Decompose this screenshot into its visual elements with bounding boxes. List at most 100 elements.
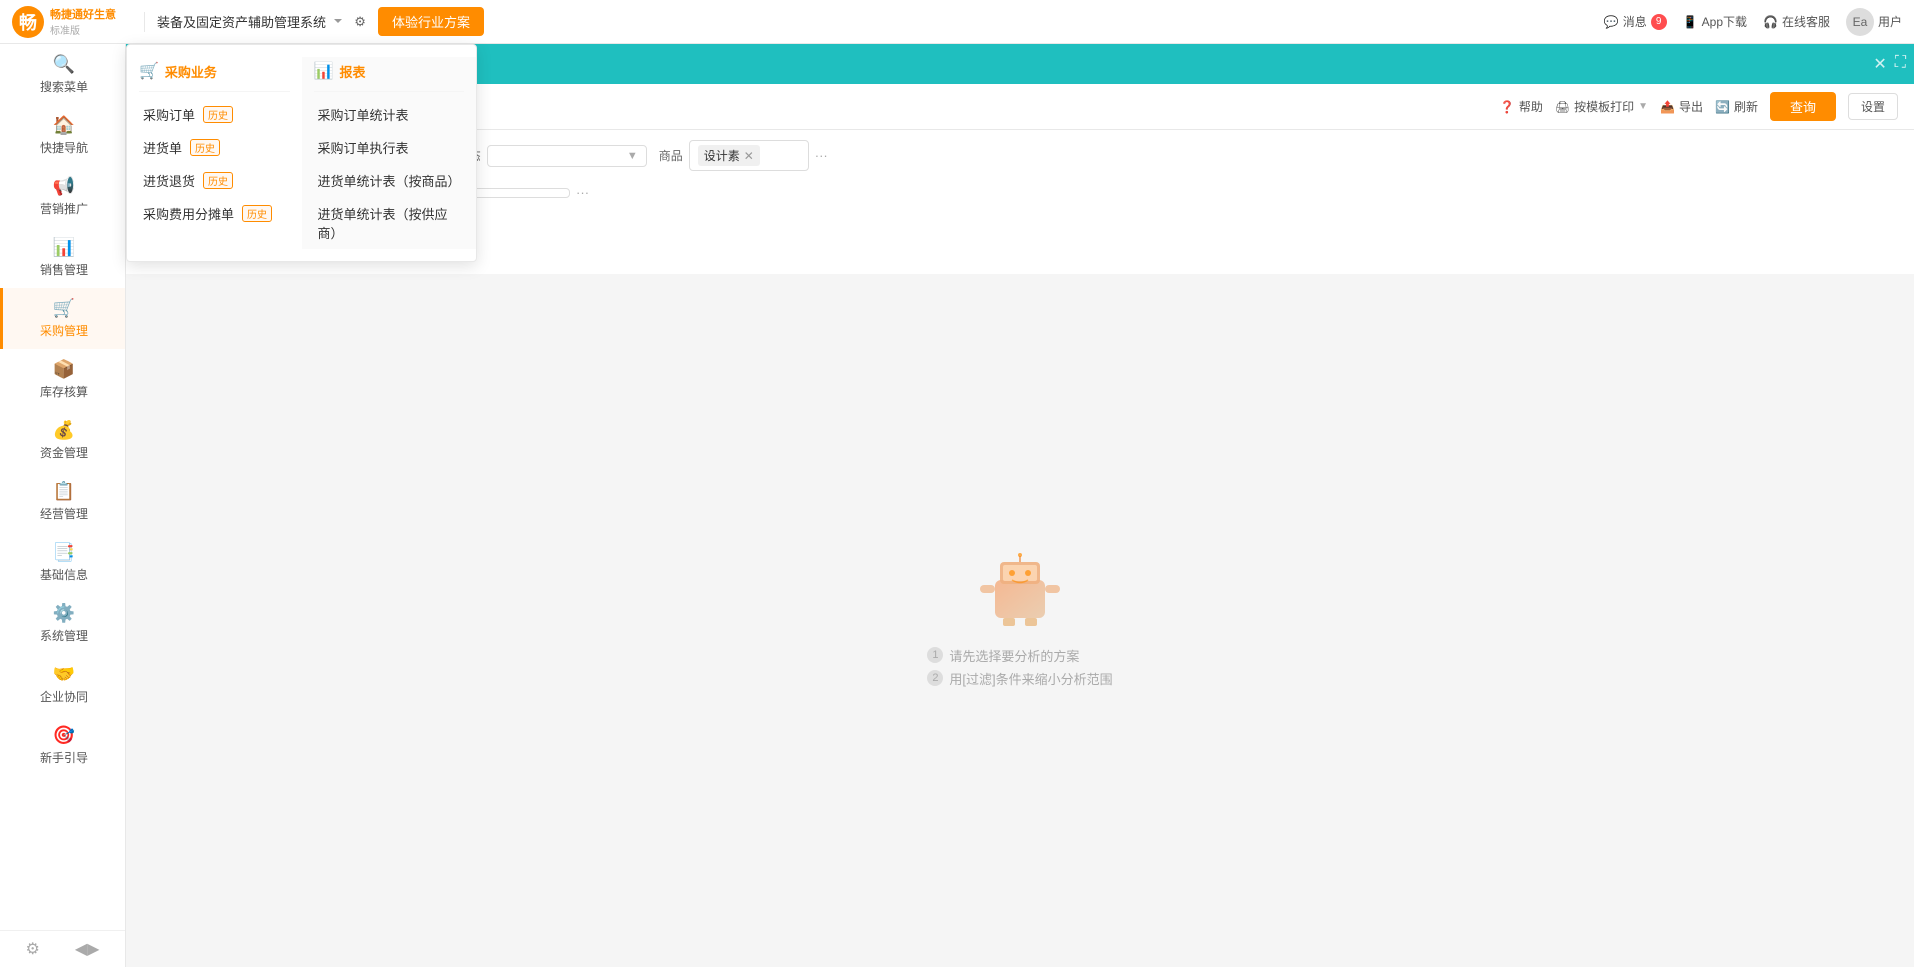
sidebar-item-guide[interactable]: 🎯 新手引导 bbox=[0, 715, 125, 776]
refresh-action[interactable]: 🔄 刷新 bbox=[1715, 98, 1758, 115]
business-title-icon: 🛒 bbox=[139, 61, 159, 81]
sidebar-item-quicknav[interactable]: 🏠 快捷导航 bbox=[0, 105, 125, 166]
menu-item-return[interactable]: 进货退货 历史 bbox=[139, 164, 290, 197]
sidebar-item-sales[interactable]: 📊 销售管理 bbox=[0, 227, 125, 288]
sidebar-item-label-purchase: 采购管理 bbox=[40, 322, 88, 339]
help-action[interactable]: ❓ 帮助 bbox=[1500, 98, 1543, 115]
sidebar-item-label-collab: 企业协同 bbox=[40, 688, 88, 705]
goods-more-dots[interactable]: ··· bbox=[815, 148, 828, 163]
menu-item-report-1[interactable]: 采购订单统计表 bbox=[314, 98, 465, 131]
tab-controls: ✕ ⛶ bbox=[1873, 54, 1906, 74]
goods-input[interactable]: 设计素 ✕ bbox=[689, 140, 809, 171]
print-action[interactable]: 🖨 按模板打印 ▼ bbox=[1555, 98, 1648, 115]
sidebar-item-label-quicknav: 快捷导航 bbox=[40, 139, 88, 156]
empty-text: 1 请先选择要分析的方案 2 用[过滤]条件来缩小分析范围 bbox=[927, 646, 1112, 688]
export-icon: 📤 bbox=[1660, 100, 1675, 114]
finance-icon: 💰 bbox=[53, 420, 75, 441]
history-badge-4: 历史 bbox=[242, 205, 272, 222]
staff-more-dots[interactable]: ··· bbox=[576, 185, 589, 200]
voucher-dropdown-icon: ▼ bbox=[627, 150, 638, 162]
menu-item-report-4[interactable]: 进货单统计表（按供应商） bbox=[314, 197, 465, 249]
operation-icon: 📋 bbox=[53, 481, 75, 502]
menu-col-business-title: 🛒 采购业务 bbox=[139, 57, 290, 92]
report-title-icon: 📊 bbox=[314, 61, 334, 81]
online-service-action[interactable]: 🎧 在线客服 bbox=[1763, 13, 1830, 30]
home-icon: 🏠 bbox=[53, 115, 75, 136]
sidebar-item-operation[interactable]: 📋 经营管理 bbox=[0, 471, 125, 532]
sales-icon: 📊 bbox=[53, 237, 75, 258]
headset-icon: 🎧 bbox=[1763, 15, 1778, 29]
sidebar-item-label-finance: 资金管理 bbox=[40, 444, 88, 461]
menu-col-report: 📊 报表 采购订单统计表 采购订单执行表 进货单统计表（按商品） 进货单统计表（… bbox=[302, 57, 477, 249]
sidebar-item-label-search: 搜索菜单 bbox=[40, 78, 88, 95]
sidebar-item-finance[interactable]: 💰 资金管理 bbox=[0, 410, 125, 471]
sidebar-item-search[interactable]: 🔍 搜索菜单 bbox=[0, 44, 125, 105]
settings-small-btn[interactable]: 设置 bbox=[1848, 93, 1898, 120]
menu-item-report-3[interactable]: 进货单统计表（按商品） bbox=[314, 164, 465, 197]
sidebar-item-label-marketing: 营销推广 bbox=[40, 200, 88, 217]
empty-icon bbox=[970, 550, 1070, 630]
sidebar-item-label-system: 系统管理 bbox=[40, 627, 88, 644]
menu-item-purchase-order[interactable]: 采购订单 历史 bbox=[139, 98, 290, 131]
menu-col-report-title: 📊 报表 bbox=[314, 57, 465, 92]
message-icon: 💬 bbox=[1604, 15, 1619, 29]
empty-state: 1 请先选择要分析的方案 2 用[过滤]条件来缩小分析范围 bbox=[927, 550, 1112, 692]
print-dropdown-icon[interactable]: ▼ bbox=[1638, 101, 1648, 112]
export-action[interactable]: 📤 导出 bbox=[1660, 98, 1703, 115]
print-icon: 🖨 bbox=[1555, 100, 1570, 114]
help-icon: ❓ bbox=[1500, 100, 1515, 114]
sidebar-item-system[interactable]: ⚙️ 系统管理 bbox=[0, 593, 125, 654]
logo-area: 畅 畅捷通好生意 标准版 bbox=[12, 6, 116, 38]
history-badge-1: 历史 bbox=[203, 106, 233, 123]
collab-icon: 🤝 bbox=[53, 664, 75, 685]
user-action[interactable]: Ea 用户 bbox=[1846, 8, 1902, 36]
sidebar-item-purchase[interactable]: 🛒 采购管理 bbox=[0, 288, 125, 349]
system-title: 装备及固定资产辅助管理系统 bbox=[157, 12, 326, 31]
top-bar: 畅 畅捷通好生意 标准版 装备及固定资产辅助管理系统 ⚙ 体验行业方案 💬 消息… bbox=[0, 0, 1914, 44]
system-icon: ⚙️ bbox=[53, 603, 75, 624]
voucher-status-input[interactable]: ▼ bbox=[487, 145, 647, 167]
message-action[interactable]: 💬 消息 9 bbox=[1604, 13, 1667, 30]
logo-text: 畅捷通好生意 标准版 bbox=[50, 6, 116, 37]
sidebar-item-basic[interactable]: 📑 基础信息 bbox=[0, 532, 125, 593]
history-badge-2: 历史 bbox=[190, 139, 220, 156]
settings-icon[interactable]: ⚙ bbox=[346, 8, 374, 36]
menu-item-expense[interactable]: 采购费用分摊单 历史 bbox=[139, 197, 290, 230]
sidebar-item-collab[interactable]: 🤝 企业协同 bbox=[0, 654, 125, 715]
phone-icon: 📱 bbox=[1683, 15, 1698, 29]
sidebar-bottom: ⚙ ◀▶ bbox=[0, 930, 125, 967]
close-window-icon[interactable]: ✕ bbox=[1873, 54, 1886, 74]
sidebar: 🔍 搜索菜单 🏠 快捷导航 📢 营销推广 📊 销售管理 🛒 采购管理 📦 bbox=[0, 44, 126, 967]
avatar: Ea bbox=[1846, 8, 1874, 36]
system-title-dropdown[interactable] bbox=[330, 16, 342, 27]
step1-num: 1 bbox=[927, 647, 943, 663]
guide-icon: 🎯 bbox=[53, 725, 75, 746]
collapse-sidebar-btn[interactable]: ◀▶ bbox=[75, 939, 100, 959]
divider1 bbox=[144, 12, 145, 32]
chevron-down-icon bbox=[334, 19, 342, 27]
step2-num: 2 bbox=[927, 670, 943, 686]
goods-tag-close-icon[interactable]: ✕ bbox=[744, 149, 754, 163]
goods-filter: 商品 设计素 ✕ ··· bbox=[659, 140, 828, 171]
maximize-icon[interactable]: ⛶ bbox=[1895, 54, 1906, 74]
app-container: 畅 畅捷通好生意 标准版 装备及固定资产辅助管理系统 ⚙ 体验行业方案 💬 消息… bbox=[0, 0, 1914, 967]
menu-col-business: 🛒 采购业务 采购订单 历史 进货单 历史 进货退货 历史 采购费用分摊单 历史 bbox=[127, 57, 302, 249]
goods-label: 商品 bbox=[659, 147, 683, 164]
marketing-icon: 📢 bbox=[53, 176, 75, 197]
settings-bottom-btn[interactable]: ⚙ bbox=[26, 939, 40, 959]
app-download-action[interactable]: 📱 App下载 bbox=[1683, 13, 1747, 30]
sidebar-item-label-guide: 新手引导 bbox=[40, 749, 88, 766]
sidebar-item-marketing[interactable]: 📢 营销推广 bbox=[0, 166, 125, 227]
top-bar-right: 💬 消息 9 📱 App下载 🎧 在线客服 Ea 用户 bbox=[1604, 8, 1902, 36]
sidebar-item-inventory[interactable]: 📦 库存核算 bbox=[0, 349, 125, 410]
sidebar-item-label-operation: 经营管理 bbox=[40, 505, 88, 522]
main-content: 1 请先选择要分析的方案 2 用[过滤]条件来缩小分析范围 bbox=[126, 274, 1914, 967]
menu-item-arrival[interactable]: 进货单 历史 bbox=[139, 131, 290, 164]
query-btn[interactable]: 查询 bbox=[1770, 92, 1836, 121]
history-badge-3: 历史 bbox=[203, 172, 233, 189]
basic-icon: 📑 bbox=[53, 542, 75, 563]
sidebar-item-label-basic: 基础信息 bbox=[40, 566, 88, 583]
menu-item-report-2[interactable]: 采购订单执行表 bbox=[314, 131, 465, 164]
industry-btn[interactable]: 体验行业方案 bbox=[378, 7, 484, 36]
content-header-right: ❓ 帮助 🖨 按模板打印 ▼ 📤 导出 🔄 刷新 bbox=[1500, 92, 1898, 121]
